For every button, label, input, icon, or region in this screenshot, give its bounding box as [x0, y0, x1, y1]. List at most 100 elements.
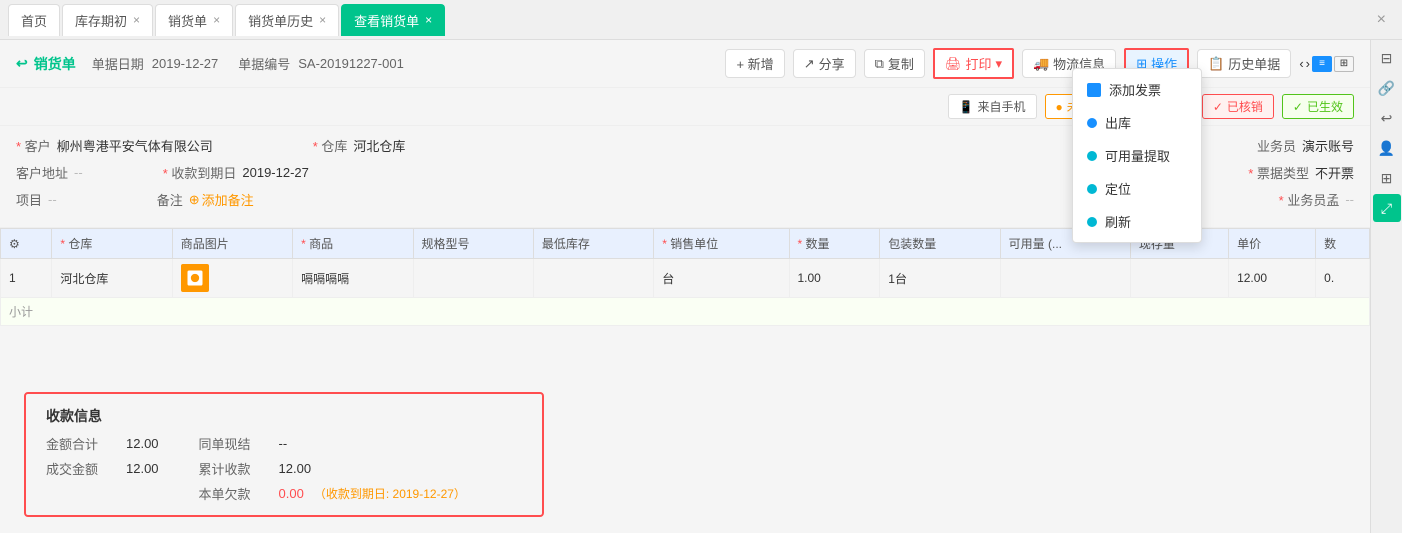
sidebar-icon-1[interactable]: ⊟: [1373, 44, 1401, 72]
operation-dropdown: 添加发票 出库 可用量提取 定位 刷新: [1072, 68, 1202, 243]
notes-label: 备注: [157, 190, 183, 209]
tab-home-label: 首页: [21, 11, 47, 30]
tab-bar: 首页 库存期初 × 销货单 × 销货单历史 × 查看销货单 × ×: [0, 0, 1402, 40]
check-circle-green-icon: ✓: [1293, 100, 1303, 114]
prev-page-button[interactable]: ‹: [1299, 56, 1303, 72]
owed-label: 本单欠款: [199, 484, 269, 503]
col-qty: 数量: [789, 229, 880, 259]
customer-field: 客户 柳州粤港平安气体有限公司: [16, 136, 213, 155]
add-invoice-item[interactable]: 添加发票: [1073, 73, 1201, 106]
subtotal-row: 小计: [1, 298, 1370, 326]
row-available: [1000, 259, 1130, 298]
tab-inventory[interactable]: 库存期初 ×: [62, 4, 153, 36]
payment-total: 金额合计 12.00: [46, 434, 159, 453]
sidebar-expand-button[interactable]: ⤢: [1373, 194, 1401, 222]
customer-label: 客户: [16, 136, 51, 155]
col-price: 单价: [1229, 229, 1316, 259]
warehouse-label: 仓库: [313, 136, 348, 155]
accumulated-label: 累计收款: [199, 459, 269, 478]
address-field: 客户地址 --: [16, 163, 83, 182]
row-seq: 1: [1, 259, 52, 298]
sidebar-icon-2[interactable]: 🔗: [1373, 74, 1401, 102]
tab-sales-history[interactable]: 销货单历史 ×: [235, 4, 339, 36]
invoice-icon: [1087, 83, 1101, 97]
project-value[interactable]: --: [48, 192, 57, 207]
accumulated-value: 12.00: [279, 461, 312, 476]
row-product-name: 嗝嗝嗝嗝: [293, 259, 413, 298]
tab-sales[interactable]: 销货单 ×: [155, 4, 233, 36]
tab-inventory-close[interactable]: ×: [133, 13, 140, 27]
row-unit: 台: [654, 259, 789, 298]
address-label: 客户地址: [16, 163, 68, 182]
print-button[interactable]: 🖨 打印 ▾: [933, 48, 1014, 79]
right-sidebar: ⊟ 🔗 ↩ 👤 ⊞ ⤢: [1370, 40, 1402, 533]
table-row[interactable]: 1 河北仓库 嗝嗝嗝嗝 台 1.00 1台: [1, 259, 1370, 298]
print-icon: 🖨: [945, 56, 962, 72]
copy-button[interactable]: ⧉ 复制: [864, 49, 925, 78]
tab-sales-history-close[interactable]: ×: [319, 13, 326, 27]
history-button[interactable]: 📋 历史单据: [1197, 49, 1291, 78]
share-icon: ↗: [804, 56, 815, 72]
col-warehouse: 仓库: [52, 229, 172, 259]
list-view-button[interactable]: ≡: [1312, 56, 1332, 72]
payment-title: 收款信息: [46, 406, 522, 426]
project-field: 项目 --: [16, 190, 57, 209]
already-verified-button[interactable]: ✓ 已核销: [1202, 94, 1274, 119]
salesperson-value[interactable]: --: [1345, 192, 1354, 207]
product-table-container[interactable]: ⚙ 仓库 商品图片 商品 规格型号 最低库存 销售单位 数量 包装数量 可用量 …: [0, 228, 1370, 376]
locate-item[interactable]: 定位: [1073, 172, 1201, 205]
document-type-icon: ↩: [16, 55, 28, 72]
col-settings[interactable]: ⚙: [1, 229, 52, 259]
warehouse-value[interactable]: 河北仓库: [353, 136, 405, 155]
outbound-item[interactable]: 出库: [1073, 106, 1201, 139]
col-product: 商品: [293, 229, 413, 259]
effective-button[interactable]: ✓ 已生效: [1282, 94, 1354, 119]
tab-home[interactable]: 首页: [8, 4, 60, 36]
document-meta: 单据日期 2019-12-27 单据编号 SA-20191227-001: [92, 54, 404, 73]
document-title: ↩ 销货单: [16, 54, 76, 74]
history-icon: 📋: [1208, 56, 1224, 72]
due-date-value[interactable]: 2019-12-27: [242, 165, 309, 180]
col-pack-qty: 包装数量: [880, 229, 1000, 259]
new-button[interactable]: + 新增: [725, 49, 784, 78]
refresh-item[interactable]: 刷新: [1073, 205, 1201, 238]
share-button[interactable]: ↗ 分享: [793, 49, 856, 78]
operator-value: 演示账号: [1302, 136, 1354, 155]
total-label: 金额合计: [46, 434, 116, 453]
customer-value[interactable]: 柳州粤港平安气体有限公司: [57, 136, 213, 155]
window-close-button[interactable]: ×: [1369, 7, 1394, 32]
row-amount: 0.: [1316, 259, 1370, 298]
col-spec: 规格型号: [413, 229, 533, 259]
row-spec: [413, 259, 533, 298]
due-date-field: 收款到期日 2019-12-27: [163, 163, 309, 182]
owed-value: 0.00: [279, 486, 304, 501]
add-invoice-label: 添加发票: [1109, 80, 1161, 99]
from-phone-button[interactable]: 📱 来自手机: [948, 94, 1037, 119]
refresh-icon: [1087, 217, 1097, 227]
tab-inventory-label: 库存期初: [75, 11, 127, 30]
add-note-button[interactable]: ⊕ 添加备注: [189, 190, 254, 209]
doc-no-label: 单据编号 SA-20191227-001: [238, 54, 404, 73]
available-qty-label: 可用量提取: [1105, 146, 1170, 165]
tab-sales-close[interactable]: ×: [213, 13, 220, 27]
available-qty-item[interactable]: 可用量提取: [1073, 139, 1201, 172]
payment-section: 收款信息 金额合计 12.00 成交金额 12.00: [0, 376, 1370, 533]
sidebar-icon-4[interactable]: 👤: [1373, 134, 1401, 162]
operator-field: 业务员 演示账号: [1257, 136, 1354, 155]
document-type-label: 销货单: [34, 54, 76, 74]
salesperson-field: 业务员孟 --: [1279, 190, 1354, 209]
address-value[interactable]: --: [74, 165, 83, 180]
payment-rows: 金额合计 12.00 成交金额 12.00 同单现结 --: [46, 434, 522, 503]
tab-view-sales[interactable]: 查看销货单 ×: [341, 4, 445, 36]
ticket-type-value[interactable]: 不开票: [1315, 163, 1354, 182]
next-page-button[interactable]: ›: [1306, 56, 1310, 72]
grid-view-button[interactable]: ⊞: [1334, 56, 1354, 72]
due-date-note: （收款到期日: 2019-12-27）: [314, 485, 466, 502]
sidebar-icon-5[interactable]: ⊞: [1373, 164, 1401, 192]
same-settlement-label: 同单现结: [199, 434, 269, 453]
sidebar-icon-3[interactable]: ↩: [1373, 104, 1401, 132]
tab-sales-history-label: 销货单历史: [248, 11, 313, 30]
deal-label: 成交金额: [46, 459, 116, 478]
tab-view-sales-close[interactable]: ×: [425, 13, 432, 27]
available-qty-icon: [1087, 151, 1097, 161]
